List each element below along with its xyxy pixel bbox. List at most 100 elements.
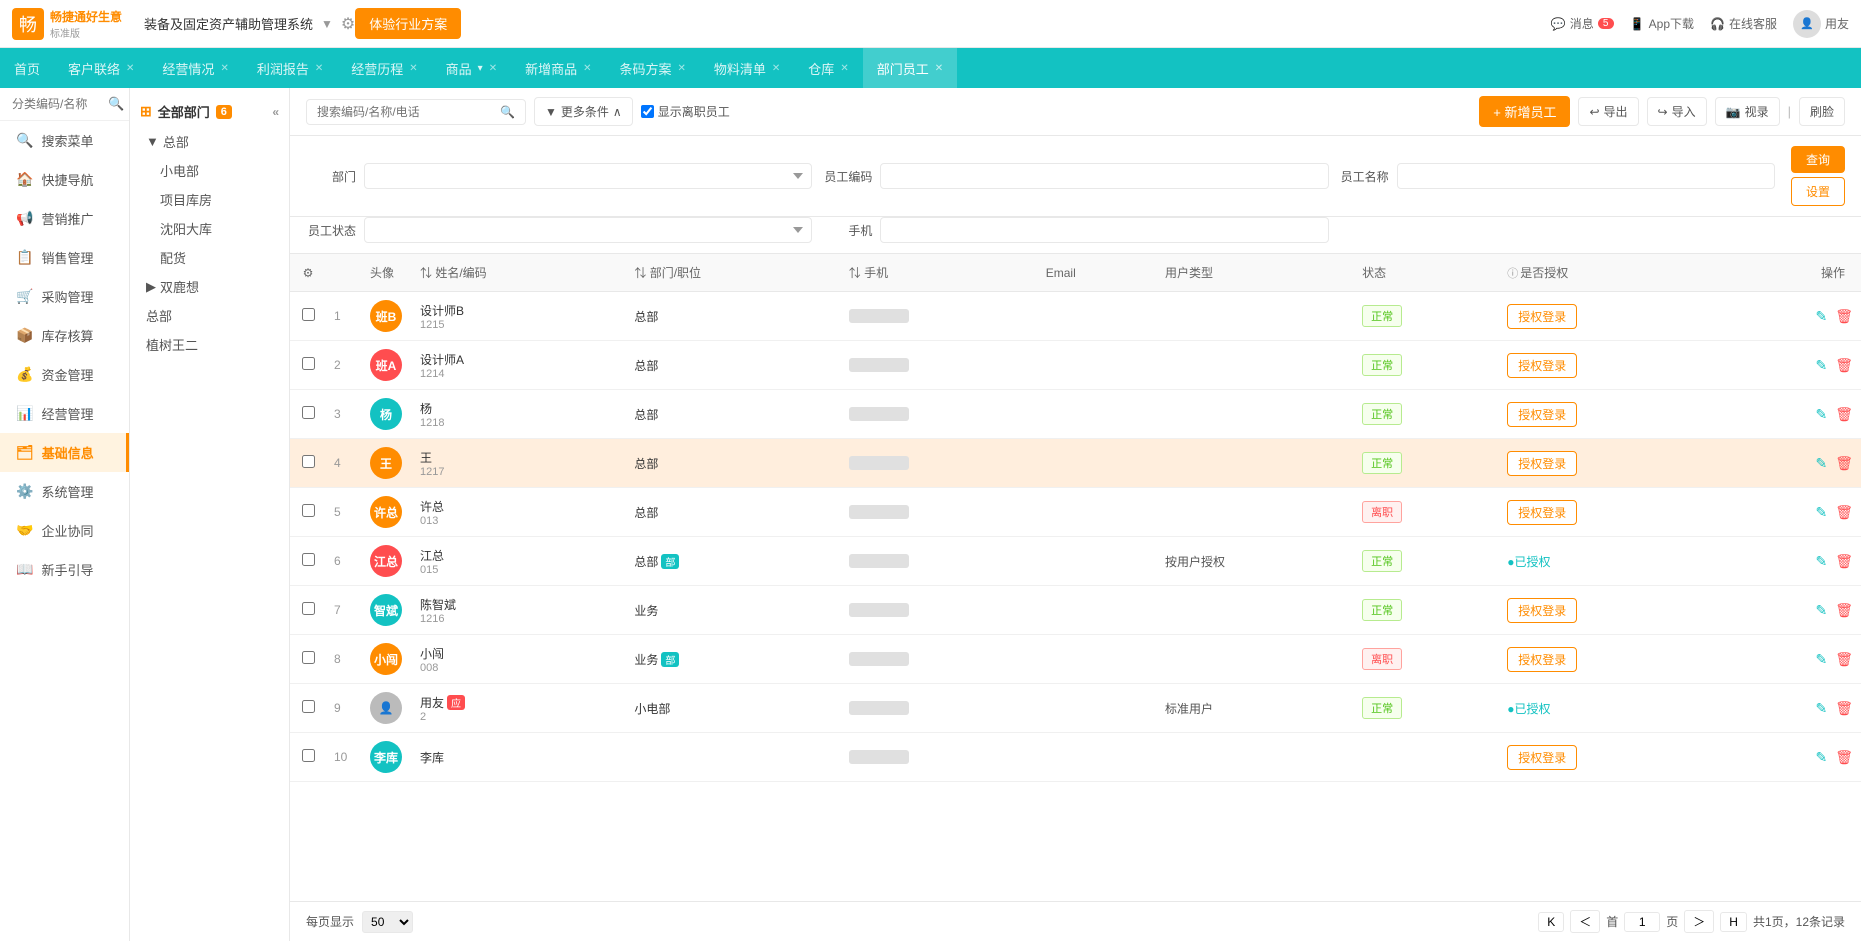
tab-customer[interactable]: 客户联络 ✕ — [54, 48, 148, 88]
msg-btn[interactable]: 💬 消息 5 — [1551, 15, 1614, 32]
dept-node-xmkf[interactable]: 项目库房 — [144, 185, 289, 214]
set-btn[interactable]: 设置 — [1791, 177, 1845, 206]
tab-add-goods[interactable]: 新增商品 ✕ — [511, 48, 605, 88]
delete-icon[interactable]: 🗑 — [1835, 504, 1853, 521]
dept-node-head[interactable]: ▼ 总部 — [130, 127, 289, 156]
experience-button[interactable]: 体验行业方案 — [355, 8, 461, 39]
row-checkbox[interactable] — [302, 749, 315, 762]
delete-icon[interactable]: 🗑 — [1835, 749, 1853, 766]
tab-operation-close[interactable]: ✕ — [220, 63, 228, 74]
sidebar-item-system[interactable]: ⚙️ 系统管理 — [0, 472, 129, 511]
delete-icon[interactable]: 🗑 — [1835, 308, 1853, 325]
edit-icon[interactable]: ✎ — [1815, 357, 1827, 374]
row-checkbox[interactable] — [302, 357, 315, 370]
auth-btn[interactable]: 授权登录 — [1507, 451, 1577, 476]
tab-warehouse-close[interactable]: ✕ — [840, 63, 848, 74]
edit-icon[interactable]: ✎ — [1815, 406, 1827, 423]
view-btn[interactable]: 📷 视录 — [1715, 97, 1780, 126]
row-checkbox[interactable] — [302, 455, 315, 468]
tab-dept-emp[interactable]: 部门员工 ✕ — [863, 48, 957, 88]
delete-icon[interactable]: 🗑 — [1835, 651, 1853, 668]
sidebar-search-input[interactable] — [12, 97, 102, 111]
add-employee-btn[interactable]: + 新增员工 — [1479, 96, 1570, 127]
show-resigned-checkbox[interactable] — [641, 105, 654, 118]
edit-icon[interactable]: ✎ — [1815, 749, 1827, 766]
row-checkbox[interactable] — [302, 308, 315, 321]
more-filter-btn[interactable]: ▼ 更多条件 ∧ — [534, 97, 633, 126]
name-code-th[interactable]: ⇅ 姓名/编码 — [412, 254, 626, 292]
dropdown-arrow[interactable]: ▼ — [321, 17, 333, 31]
export-btn[interactable]: ↩ 导出 — [1578, 97, 1638, 126]
next-page-btn[interactable]: ＞ — [1684, 910, 1714, 933]
import-btn[interactable]: ↪ 导入 — [1647, 97, 1707, 126]
show-resigned-label[interactable]: 显示离职员工 — [641, 103, 730, 120]
first-page-btn[interactable]: K — [1538, 912, 1564, 932]
tab-barcode-close[interactable]: ✕ — [678, 63, 686, 74]
row-checkbox[interactable] — [302, 700, 315, 713]
user-btn[interactable]: 👤 用友 — [1793, 10, 1849, 38]
sidebar-item-operation[interactable]: 📊 经营管理 — [0, 394, 129, 433]
sidebar-item-nav[interactable]: 🏠 快捷导航 — [0, 160, 129, 199]
tab-add-goods-close[interactable]: ✕ — [583, 63, 591, 74]
auth-btn[interactable]: 授权登录 — [1507, 500, 1577, 525]
sidebar-item-finance[interactable]: 💰 资金管理 — [0, 355, 129, 394]
phone-th[interactable]: ⇅ 手机 — [841, 254, 1038, 292]
delete-icon[interactable]: 🗑 — [1835, 455, 1853, 472]
tab-dept-emp-close[interactable]: ✕ — [935, 63, 943, 74]
last-page-btn[interactable]: H — [1720, 912, 1747, 932]
tab-goods-close[interactable]: ✕ — [489, 63, 497, 74]
edit-icon[interactable]: ✎ — [1815, 651, 1827, 668]
sidebar-item-collab[interactable]: 🤝 企业协同 — [0, 511, 129, 550]
search-input[interactable] — [317, 105, 494, 119]
per-page-select[interactable]: 50 20 100 — [362, 911, 413, 933]
tab-warehouse[interactable]: 仓库 ✕ — [794, 48, 862, 88]
dept-node-xd[interactable]: 小电部 — [144, 156, 289, 185]
phone-input[interactable] — [880, 217, 1328, 243]
delete-icon[interactable]: 🗑 — [1835, 602, 1853, 619]
sidebar-item-marketing[interactable]: 📢 营销推广 — [0, 199, 129, 238]
tab-barcode[interactable]: 条码方案 ✕ — [605, 48, 699, 88]
tab-history[interactable]: 经营历程 ✕ — [337, 48, 431, 88]
emp-name-input[interactable] — [1397, 163, 1775, 189]
print-btn[interactable]: 刷脸 — [1799, 97, 1845, 126]
row-checkbox[interactable] — [302, 504, 315, 517]
sidebar-item-basic[interactable]: 🗂 基础信息 — [0, 433, 129, 472]
tab-profit-close[interactable]: ✕ — [315, 63, 323, 74]
page-number-input[interactable] — [1624, 912, 1660, 932]
query-btn[interactable]: 查询 — [1791, 146, 1845, 173]
auth-btn[interactable]: 授权登录 — [1507, 745, 1577, 770]
auth-btn[interactable]: 授权登录 — [1507, 402, 1577, 427]
dept-collapse-btn[interactable]: « — [272, 105, 279, 119]
settings-icon[interactable]: ⚙ — [341, 14, 355, 34]
delete-icon[interactable]: 🗑 — [1835, 357, 1853, 374]
row-checkbox[interactable] — [302, 406, 315, 419]
auth-btn[interactable]: 授权登录 — [1507, 647, 1577, 672]
app-download-btn[interactable]: 📱 App下载 — [1630, 15, 1694, 32]
emp-status-select[interactable] — [364, 217, 812, 243]
tab-profit[interactable]: 利润报告 ✕ — [243, 48, 337, 88]
edit-icon[interactable]: ✎ — [1815, 700, 1827, 717]
dept-select[interactable] — [364, 163, 812, 189]
dept-node-sl[interactable]: ▶ 双鹿想 — [130, 272, 289, 301]
row-checkbox[interactable] — [302, 553, 315, 566]
dept-node-sydd[interactable]: 沈阳大库 — [144, 214, 289, 243]
edit-icon[interactable]: ✎ — [1815, 504, 1827, 521]
edit-icon[interactable]: ✎ — [1815, 455, 1827, 472]
delete-icon[interactable]: 🗑 — [1835, 553, 1853, 570]
settings-th[interactable]: ⚙ — [290, 254, 326, 292]
delete-icon[interactable]: 🗑 — [1835, 700, 1853, 717]
edit-icon[interactable]: ✎ — [1815, 553, 1827, 570]
emp-code-input[interactable] — [880, 163, 1328, 189]
tab-bom[interactable]: 物料清单 ✕ — [700, 48, 794, 88]
sidebar-item-search[interactable]: 🔍 搜索菜单 — [0, 121, 129, 160]
tab-history-close[interactable]: ✕ — [409, 63, 417, 74]
row-checkbox[interactable] — [302, 602, 315, 615]
dept-node-zb[interactable]: 总部 — [130, 301, 289, 330]
auth-btn[interactable]: 授权登录 — [1507, 353, 1577, 378]
row-checkbox[interactable] — [302, 651, 315, 664]
tab-home[interactable]: 首页 — [0, 48, 54, 88]
dept-pos-th[interactable]: ⇅ 部门/职位 — [626, 254, 840, 292]
sidebar-item-purchase[interactable]: 🛒 采购管理 — [0, 277, 129, 316]
sidebar-item-guide[interactable]: 📖 新手引导 — [0, 550, 129, 589]
auth-btn[interactable]: 授权登录 — [1507, 598, 1577, 623]
